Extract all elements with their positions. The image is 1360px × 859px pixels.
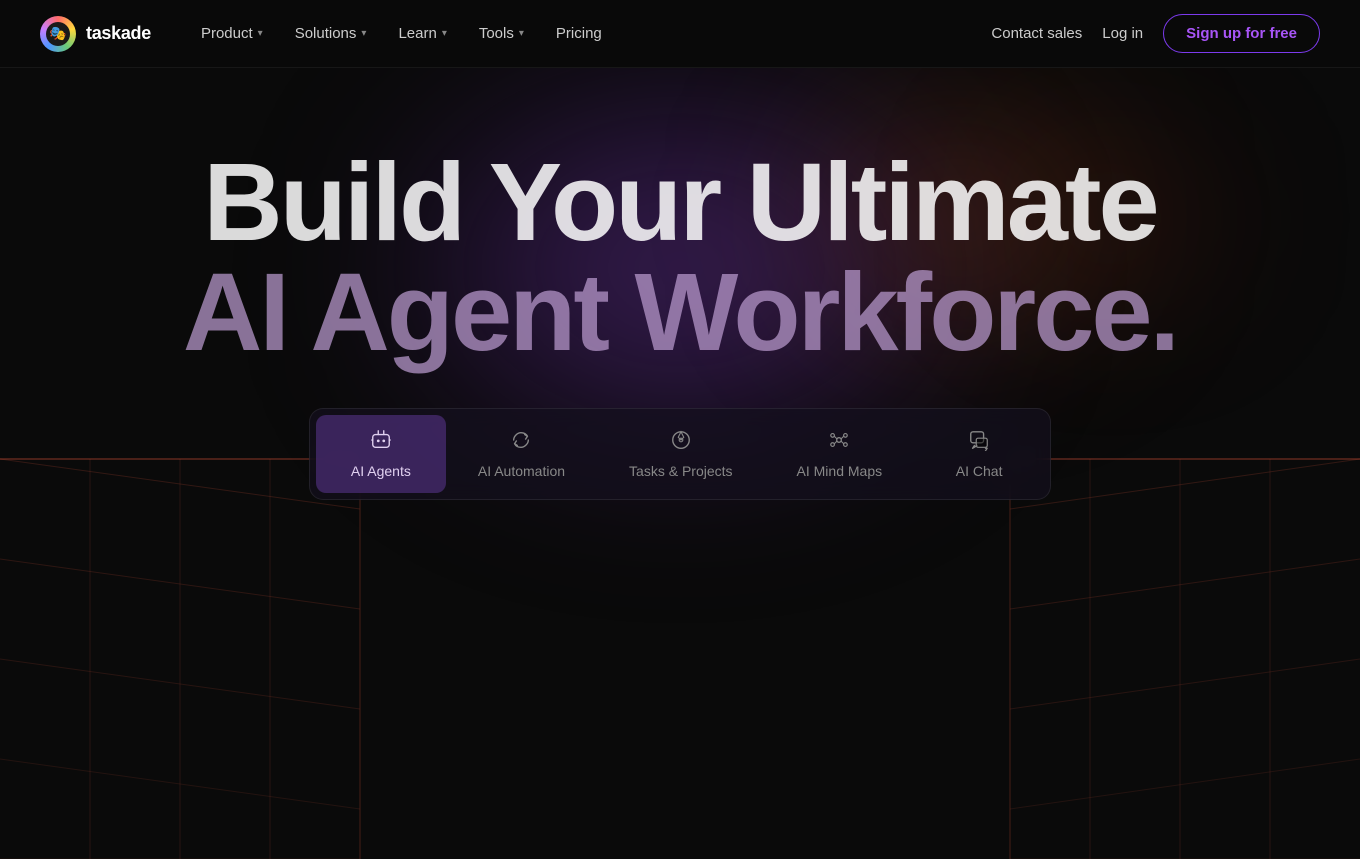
solutions-chevron-icon: ▾: [361, 28, 366, 39]
logo-face: 🎭: [49, 25, 66, 42]
nav-item-learn[interactable]: Learn ▾: [384, 17, 460, 50]
learn-label: Learn: [398, 25, 436, 42]
hero-content: Build Your Ultimate AI Agent Workforce.: [183, 148, 1177, 368]
nav-menu: Product ▾ Solutions ▾ Learn ▾ Tools ▾ Pr…: [187, 17, 616, 50]
sign-up-button[interactable]: Sign up for free: [1163, 14, 1320, 53]
pricing-label: Pricing: [556, 25, 602, 42]
nav-item-pricing[interactable]: Pricing: [542, 17, 616, 50]
logo-text: taskade: [86, 23, 151, 44]
tab-ai-agents-label: AI Agents: [351, 463, 411, 479]
navbar: 🎭 taskade Product ▾ Solutions ▾ Learn ▾ …: [0, 0, 1360, 68]
ai-agents-icon: [370, 429, 392, 455]
learn-chevron-icon: ▾: [442, 28, 447, 39]
nav-left: 🎭 taskade Product ▾ Solutions ▾ Learn ▾ …: [40, 16, 616, 52]
ai-mind-maps-icon: [828, 429, 850, 455]
nav-item-product[interactable]: Product ▾: [187, 17, 277, 50]
logo-inner: 🎭: [46, 22, 70, 46]
product-label: Product: [201, 25, 253, 42]
product-chevron-icon: ▾: [258, 28, 263, 39]
tab-ai-automation-label: AI Automation: [478, 463, 565, 479]
hero-section: Build Your Ultimate AI Agent Workforce. …: [0, 68, 1360, 859]
tab-ai-mind-maps-label: AI Mind Maps: [797, 463, 883, 479]
tab-ai-agents[interactable]: AI Agents: [316, 415, 446, 493]
tab-ai-mind-maps[interactable]: AI Mind Maps: [765, 415, 915, 493]
tools-chevron-icon: ▾: [519, 28, 524, 39]
tools-label: Tools: [479, 25, 514, 42]
nav-right: Contact sales Log in Sign up for free: [991, 14, 1320, 53]
solutions-label: Solutions: [295, 25, 357, 42]
log-in-link[interactable]: Log in: [1102, 25, 1143, 42]
hero-title-line2: AI Agent Workforce.: [183, 258, 1177, 368]
nav-item-solutions[interactable]: Solutions ▾: [281, 17, 381, 50]
tab-ai-chat-label: AI Chat: [956, 463, 1003, 479]
logo[interactable]: 🎭 taskade: [40, 16, 151, 52]
hero-title: Build Your Ultimate AI Agent Workforce.: [183, 148, 1177, 368]
logo-icon: 🎭: [40, 16, 76, 52]
feature-tabs: AI Agents AI Automation T: [309, 408, 1051, 500]
tab-ai-chat[interactable]: AI Chat: [914, 415, 1044, 493]
contact-sales-link[interactable]: Contact sales: [991, 25, 1082, 42]
tab-ai-automation[interactable]: AI Automation: [446, 415, 597, 493]
tab-tasks-projects[interactable]: Tasks & Projects: [597, 415, 764, 493]
ai-chat-icon: [968, 429, 990, 455]
ai-automation-icon: [510, 429, 532, 455]
tab-tasks-projects-label: Tasks & Projects: [629, 463, 732, 479]
hero-title-line1: Build Your Ultimate: [183, 148, 1177, 258]
nav-item-tools[interactable]: Tools ▾: [465, 17, 538, 50]
tasks-projects-icon: [670, 429, 692, 455]
